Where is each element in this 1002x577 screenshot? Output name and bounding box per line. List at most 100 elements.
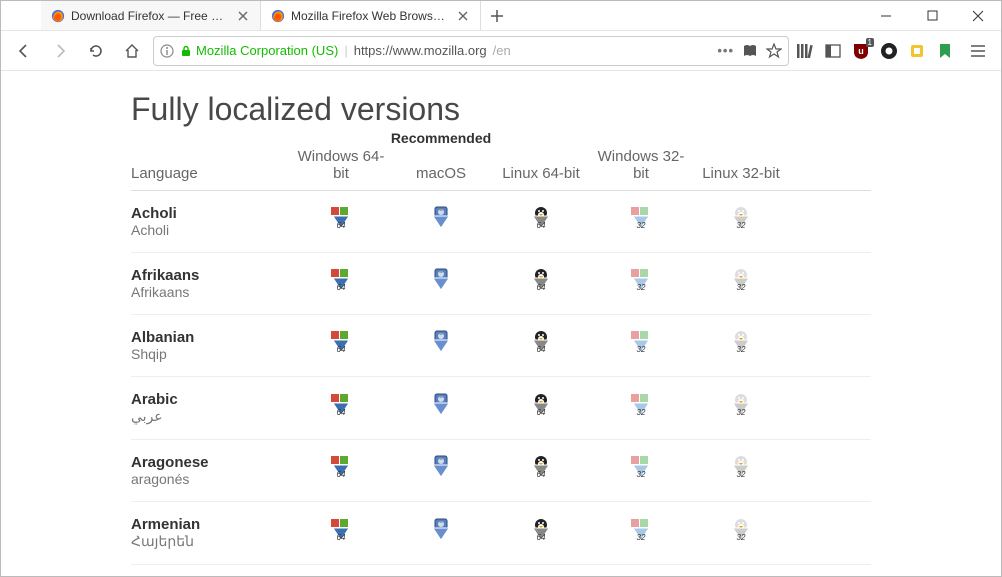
download-win32-icon[interactable]: 32 xyxy=(627,518,655,544)
download-linux64-icon[interactable]: 64 xyxy=(527,268,555,294)
ublock-icon[interactable]: u1 xyxy=(851,41,871,61)
download-win64-icon[interactable]: 64 xyxy=(327,268,355,294)
svg-text:64: 64 xyxy=(537,533,546,542)
svg-text:32: 32 xyxy=(637,533,646,542)
download-linux64-icon[interactable]: 64 xyxy=(527,455,555,481)
table-row: Albanian Shqip 64 64 32 32 xyxy=(131,315,871,377)
sidebar-icon[interactable] xyxy=(823,41,843,61)
download-win64-icon[interactable]: 64 xyxy=(327,455,355,481)
col-macos: macOS xyxy=(391,165,491,182)
language-cell: Albanian Shqip xyxy=(131,329,291,362)
download-macos-icon[interactable] xyxy=(427,455,455,481)
close-window-button[interactable] xyxy=(955,1,1001,30)
language-cell: Afrikaans Afrikaans xyxy=(131,267,291,300)
reader-mode-icon[interactable] xyxy=(742,44,758,58)
bookmark-star-icon[interactable] xyxy=(766,43,782,59)
language-cell: Acholi Acholi xyxy=(131,205,291,238)
menu-button[interactable] xyxy=(963,36,993,66)
svg-text:64: 64 xyxy=(337,533,346,542)
info-icon[interactable] xyxy=(160,44,174,58)
download-linux32-icon[interactable]: 32 xyxy=(727,206,755,232)
download-linux64-icon[interactable]: 64 xyxy=(527,330,555,356)
extension-icon[interactable] xyxy=(907,41,927,61)
language-name: Afrikaans xyxy=(131,267,291,284)
svg-text:64: 64 xyxy=(337,470,346,479)
download-macos-icon[interactable] xyxy=(427,268,455,294)
col-win32: Windows 32-bit xyxy=(591,148,691,182)
svg-text:64: 64 xyxy=(537,408,546,417)
url-host: https://www.mozilla.org xyxy=(354,43,487,58)
close-tab-icon[interactable] xyxy=(456,9,470,23)
lock-icon xyxy=(180,45,192,57)
language-native: Acholi xyxy=(131,222,291,238)
download-win64-icon[interactable]: 64 xyxy=(327,393,355,419)
url-path: /en xyxy=(493,43,511,58)
language-native: Afrikaans xyxy=(131,284,291,300)
library-icon[interactable] xyxy=(795,41,815,61)
download-linux32-icon[interactable]: 32 xyxy=(727,518,755,544)
col-win64: Windows 64-bit xyxy=(291,148,391,182)
svg-text:32: 32 xyxy=(737,470,746,479)
svg-text:u: u xyxy=(858,46,864,56)
download-linux32-icon[interactable]: 32 xyxy=(727,393,755,419)
new-tab-button[interactable] xyxy=(481,1,513,30)
language-native: عربي xyxy=(131,408,291,425)
svg-text:64: 64 xyxy=(337,283,346,292)
language-native: Հայերեն xyxy=(131,533,291,550)
download-linux64-icon[interactable]: 64 xyxy=(527,518,555,544)
language-name: Albanian xyxy=(131,329,291,346)
page-heading: Fully localized versions xyxy=(131,91,871,128)
svg-text:64: 64 xyxy=(337,408,346,417)
download-linux32-icon[interactable]: 32 xyxy=(727,455,755,481)
download-linux32-icon[interactable]: 32 xyxy=(727,330,755,356)
download-win32-icon[interactable]: 32 xyxy=(627,206,655,232)
download-macos-icon[interactable] xyxy=(427,330,455,356)
maximize-button[interactable] xyxy=(909,1,955,30)
minimize-button[interactable] xyxy=(863,1,909,30)
back-button[interactable] xyxy=(9,36,39,66)
download-macos-icon[interactable] xyxy=(427,393,455,419)
download-macos-icon[interactable] xyxy=(427,518,455,544)
svg-text:64: 64 xyxy=(537,345,546,354)
firefox-favicon-icon xyxy=(271,9,285,23)
table-row: Aragonese aragonés 64 64 32 32 xyxy=(131,440,871,502)
download-win64-icon[interactable]: 64 xyxy=(327,330,355,356)
bookmark-extension-icon[interactable] xyxy=(935,41,955,61)
svg-text:32: 32 xyxy=(637,221,646,230)
table-header: Language Windows 64-bit macOS Linux 64-b… xyxy=(131,148,871,191)
col-linux32: Linux 32-bit xyxy=(691,165,791,182)
address-bar[interactable]: Mozilla Corporation (US) | https://www.m… xyxy=(153,36,789,66)
svg-text:64: 64 xyxy=(537,470,546,479)
download-win32-icon[interactable]: 32 xyxy=(627,330,655,356)
col-linux64: Linux 64-bit xyxy=(491,165,591,182)
forward-button[interactable] xyxy=(45,36,75,66)
close-tab-icon[interactable] xyxy=(236,9,250,23)
page-action-icon[interactable]: ••• xyxy=(717,43,734,58)
page-content[interactable]: Fully localized versions Recommended Lan… xyxy=(1,71,1001,576)
extension-badge-icon[interactable] xyxy=(879,41,899,61)
downloads-table: Recommended Language Windows 64-bit macO… xyxy=(131,148,871,565)
toolbar: Mozilla Corporation (US) | https://www.m… xyxy=(1,31,1001,71)
download-linux64-icon[interactable]: 64 xyxy=(527,393,555,419)
tab-0[interactable]: Download Firefox — Free Web xyxy=(41,1,261,30)
svg-text:32: 32 xyxy=(737,283,746,292)
download-linux64-icon[interactable]: 64 xyxy=(527,206,555,232)
language-cell: Arabic عربي xyxy=(131,391,291,425)
language-name: Acholi xyxy=(131,205,291,222)
tab-title: Download Firefox — Free Web xyxy=(71,9,230,23)
download-win32-icon[interactable]: 32 xyxy=(627,393,655,419)
download-win32-icon[interactable]: 32 xyxy=(627,268,655,294)
language-name: Aragonese xyxy=(131,454,291,471)
download-win64-icon[interactable]: 64 xyxy=(327,206,355,232)
site-identity[interactable]: Mozilla Corporation (US) xyxy=(180,43,338,58)
tab-1[interactable]: Mozilla Firefox Web Browser — xyxy=(261,1,481,30)
home-button[interactable] xyxy=(117,36,147,66)
download-linux32-icon[interactable]: 32 xyxy=(727,268,755,294)
reload-button[interactable] xyxy=(81,36,111,66)
svg-text:64: 64 xyxy=(337,221,346,230)
svg-text:64: 64 xyxy=(537,283,546,292)
download-win32-icon[interactable]: 32 xyxy=(627,455,655,481)
download-macos-icon[interactable] xyxy=(427,206,455,232)
download-win64-icon[interactable]: 64 xyxy=(327,518,355,544)
language-native: Shqip xyxy=(131,346,291,362)
